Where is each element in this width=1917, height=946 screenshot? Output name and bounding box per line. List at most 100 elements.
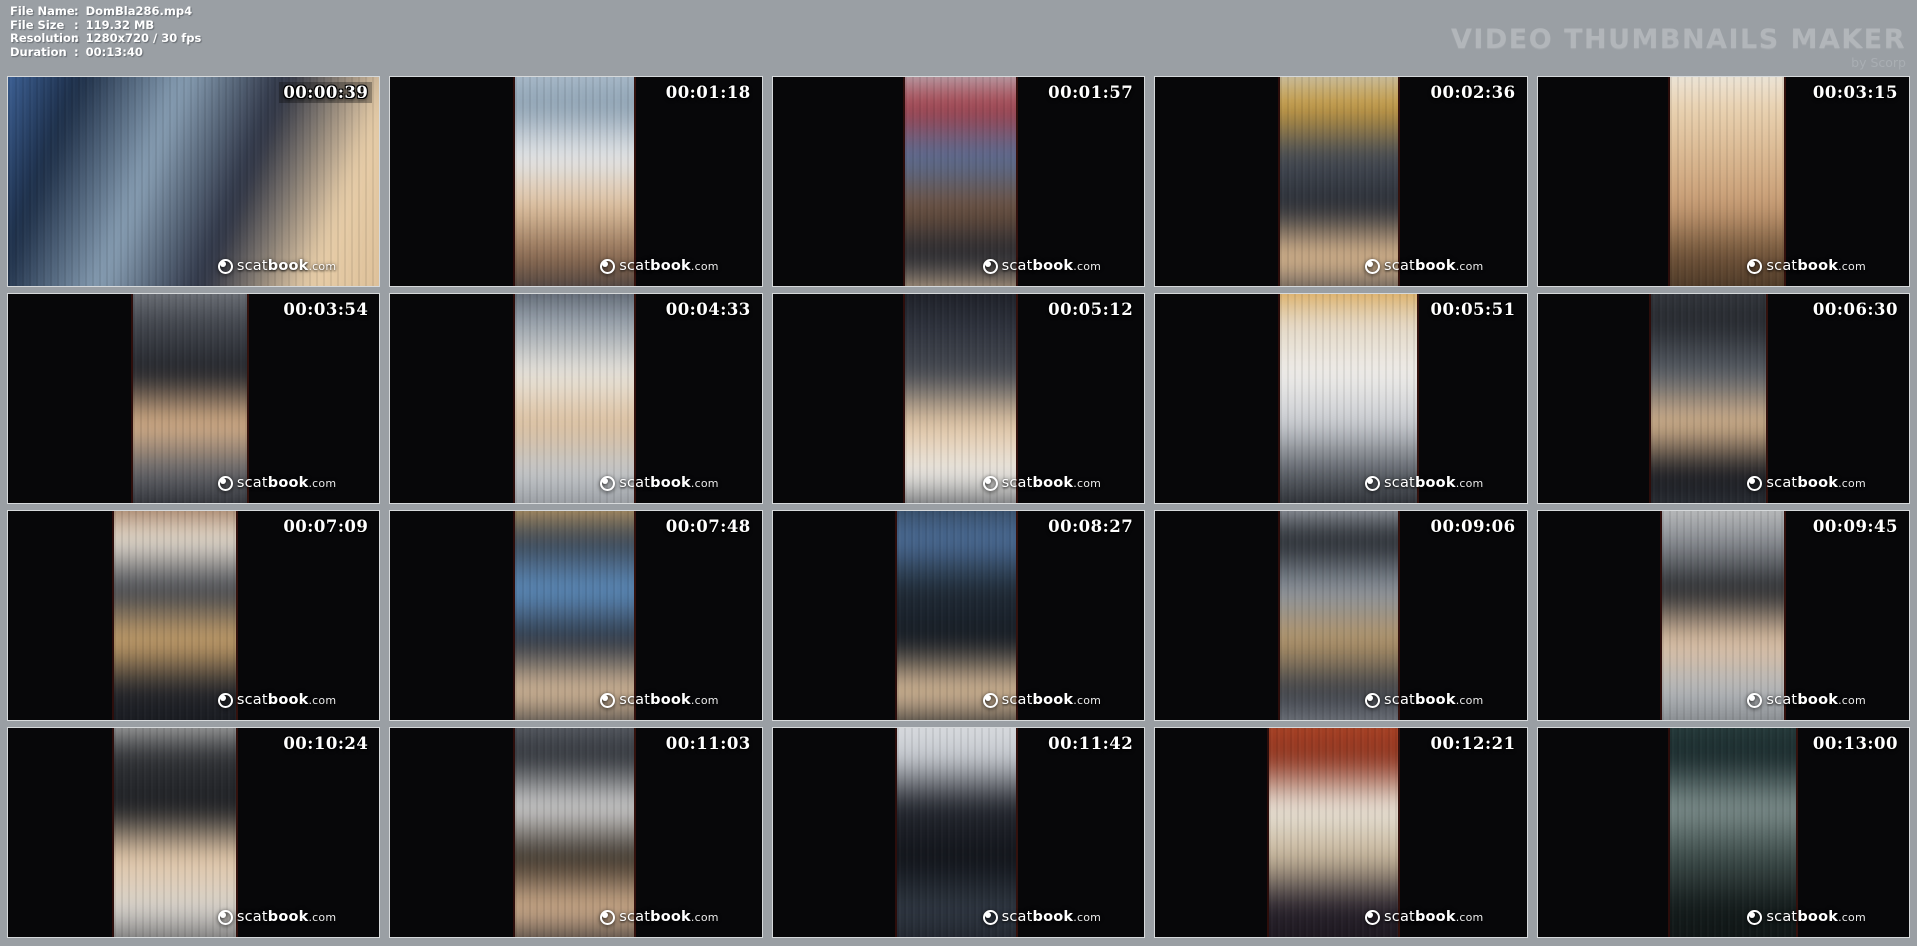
thumbnail-image-content	[895, 728, 1018, 937]
watermark: scatbook.com	[983, 258, 1101, 274]
timestamp-label: 00:07:09	[279, 516, 372, 537]
crescent-circle-icon	[218, 910, 233, 925]
thumbnail-image-content	[8, 77, 379, 286]
thumbnail-image-content	[513, 728, 636, 937]
crescent-circle-icon	[983, 693, 998, 708]
thumbnail-frame-image	[513, 294, 636, 503]
video-thumbnail: 00:03:15 scatbook.com	[1537, 76, 1910, 287]
thumbnail-frame-image	[895, 511, 1018, 720]
separator: :	[74, 5, 79, 19]
timestamp-label: 00:04:33	[662, 299, 755, 320]
thumbnail-image-content	[1278, 511, 1401, 720]
watermark: scatbook.com	[218, 475, 336, 491]
crescent-circle-icon	[1747, 910, 1762, 925]
video-thumbnail: 00:13:00 scatbook.com	[1537, 727, 1910, 938]
thumbnail-image-content	[513, 77, 636, 286]
watermark-text: scatbook.com	[619, 909, 718, 925]
video-thumbnail: 00:12:21 scatbook.com	[1154, 727, 1527, 938]
watermark: scatbook.com	[1747, 692, 1865, 708]
thumbnail-frame-image	[903, 294, 1018, 503]
watermark: scatbook.com	[600, 692, 718, 708]
watermark: scatbook.com	[600, 258, 718, 274]
file-size-row: File Size:119.32 MB	[10, 19, 201, 33]
thumbnail-frame-image	[112, 728, 238, 937]
crescent-circle-icon	[1365, 259, 1380, 274]
crescent-circle-icon	[600, 259, 615, 274]
crescent-circle-icon	[1747, 693, 1762, 708]
watermark: scatbook.com	[218, 258, 336, 274]
watermark: scatbook.com	[1365, 692, 1483, 708]
timestamp-label: 00:10:24	[279, 733, 372, 754]
video-thumbnail: 00:00:39 scatbook.com	[7, 76, 380, 287]
thumbnail-frame-image	[1267, 728, 1401, 937]
thumbnail-frame-image	[513, 77, 636, 286]
file-info-block: File Name:DomBla286.mp4 File Size:119.32…	[10, 5, 201, 59]
watermark: scatbook.com	[1747, 258, 1865, 274]
watermark-text: scatbook.com	[1766, 909, 1865, 925]
watermark-text: scatbook.com	[237, 475, 336, 491]
timestamp-label: 00:06:30	[1809, 299, 1902, 320]
watermark-text: scatbook.com	[1384, 909, 1483, 925]
crescent-circle-icon	[983, 476, 998, 491]
watermark: scatbook.com	[983, 692, 1101, 708]
watermark: scatbook.com	[600, 909, 718, 925]
timestamp-label: 00:11:42	[1044, 733, 1137, 754]
watermark: scatbook.com	[218, 909, 336, 925]
watermark-text: scatbook.com	[237, 258, 336, 274]
timestamp-label: 00:09:45	[1809, 516, 1902, 537]
thumbnail-frame-image	[903, 77, 1018, 286]
crescent-circle-icon	[1747, 259, 1762, 274]
watermark: scatbook.com	[1747, 909, 1865, 925]
file-size-label: File Size	[10, 19, 74, 33]
timestamp-label: 00:05:12	[1044, 299, 1137, 320]
thumbnail-image-content	[131, 294, 250, 503]
watermark-text: scatbook.com	[237, 909, 336, 925]
timestamp-label: 00:05:51	[1427, 299, 1520, 320]
video-thumbnail: 00:05:51 scatbook.com	[1154, 293, 1527, 504]
thumbnail-frame-image	[1278, 294, 1419, 503]
thumbnail-frame-image	[1660, 511, 1786, 720]
duration-label: Duration	[10, 46, 74, 60]
app-title: VIDEO THUMBNAILS MAKER	[1451, 24, 1906, 55]
crescent-circle-icon	[983, 910, 998, 925]
watermark-text: scatbook.com	[1002, 909, 1101, 925]
timestamp-label: 00:12:21	[1427, 733, 1520, 754]
video-thumbnail: 00:11:03 scatbook.com	[389, 727, 762, 938]
watermark: scatbook.com	[218, 692, 336, 708]
crescent-circle-icon	[1365, 476, 1380, 491]
watermark-text: scatbook.com	[619, 258, 718, 274]
thumbnail-image-content	[1668, 728, 1798, 937]
timestamp-label: 00:03:15	[1809, 82, 1902, 103]
watermark: scatbook.com	[1365, 909, 1483, 925]
watermark: scatbook.com	[983, 909, 1101, 925]
timestamp-label: 00:11:03	[662, 733, 755, 754]
watermark-text: scatbook.com	[1384, 692, 1483, 708]
video-thumbnail: 00:05:12 scatbook.com	[772, 293, 1145, 504]
separator: :	[74, 46, 79, 60]
crescent-circle-icon	[1747, 476, 1762, 491]
thumbnail-image-content	[895, 511, 1018, 720]
app-subtitle: by Scorp	[1451, 55, 1906, 70]
thumbnail-image-content	[1668, 77, 1787, 286]
thumbnail-image-content	[513, 511, 636, 720]
watermark: scatbook.com	[1365, 258, 1483, 274]
thumbnail-image-content	[112, 511, 238, 720]
video-thumbnail: 00:08:27 scatbook.com	[772, 510, 1145, 721]
thumbnail-frame-image	[895, 728, 1018, 937]
timestamp-label: 00:01:57	[1044, 82, 1137, 103]
thumbnail-image-content	[112, 728, 238, 937]
thumbnail-frame-image	[8, 77, 379, 286]
thumbnail-frame-image	[1668, 77, 1787, 286]
watermark: scatbook.com	[600, 475, 718, 491]
video-thumbnail: 00:06:30 scatbook.com	[1537, 293, 1910, 504]
video-thumbnail: 00:01:57 scatbook.com	[772, 76, 1145, 287]
video-thumbnail: 00:07:48 scatbook.com	[389, 510, 762, 721]
video-thumbnail: 00:07:09 scatbook.com	[7, 510, 380, 721]
thumbnail-image-content	[1278, 294, 1419, 503]
video-thumbnail: 00:01:18 scatbook.com	[389, 76, 762, 287]
thumbnail-image-content	[1267, 728, 1401, 937]
app-brand: VIDEO THUMBNAILS MAKER by Scorp	[1451, 24, 1906, 70]
crescent-circle-icon	[1365, 693, 1380, 708]
thumbnail-frame-image	[131, 294, 250, 503]
thumbnail-frame-image	[1668, 728, 1798, 937]
